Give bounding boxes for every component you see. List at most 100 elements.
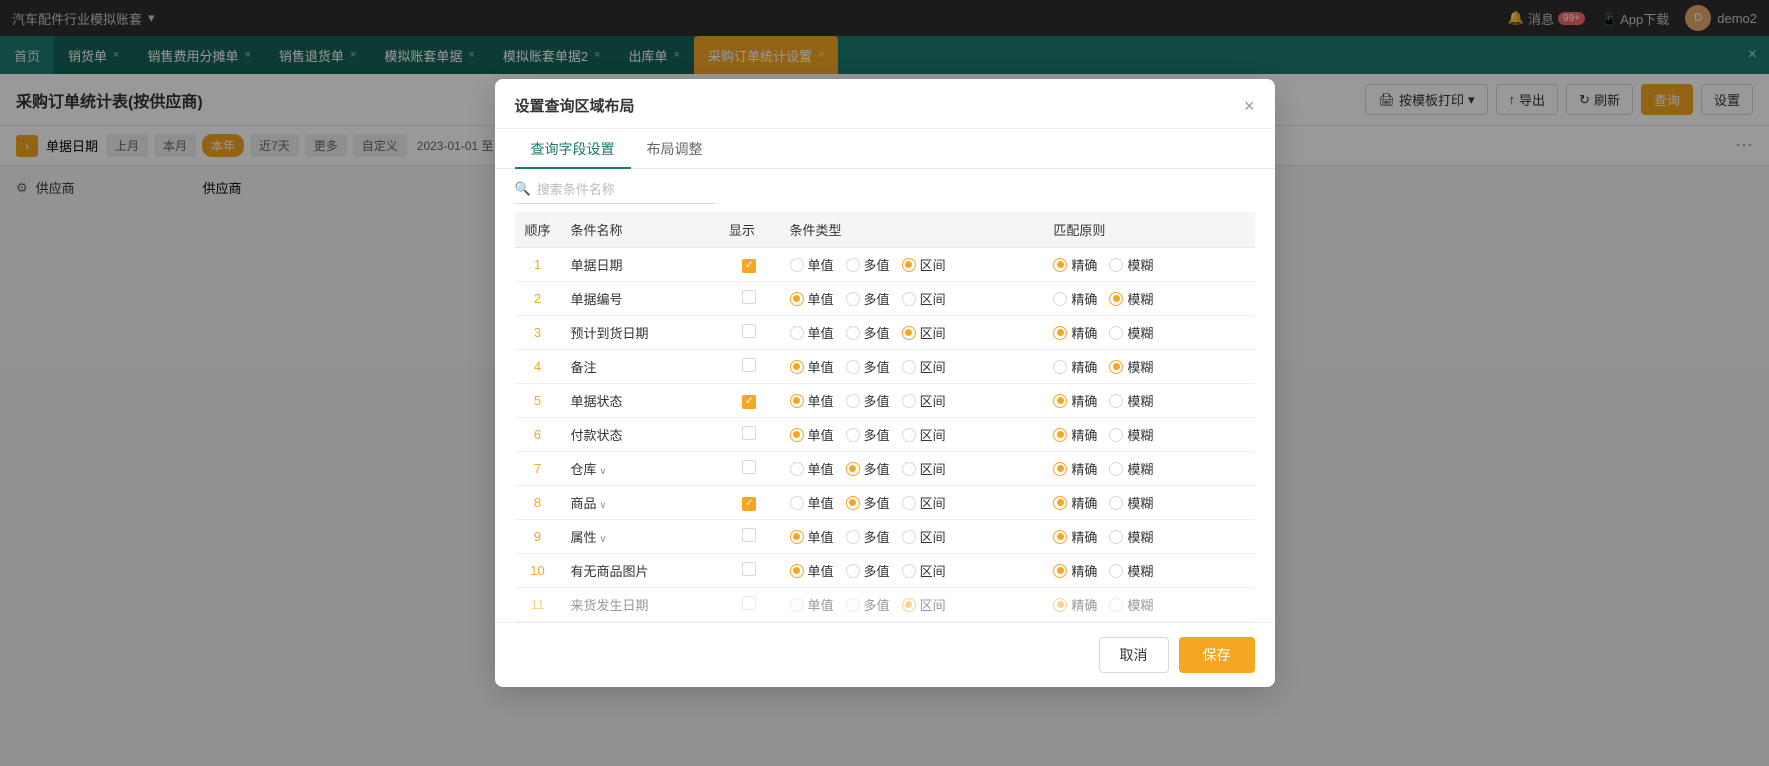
cell-display[interactable] — [719, 248, 780, 282]
type-radio-item[interactable]: 区间 — [902, 289, 946, 308]
radio-dot-icon — [790, 428, 804, 442]
radio-label-text: 单值 — [808, 493, 834, 512]
cell-display[interactable] — [719, 350, 780, 384]
match-radio-item[interactable]: 模糊 — [1109, 425, 1153, 444]
display-checkbox[interactable] — [742, 358, 756, 372]
type-radio-item[interactable]: 单值 — [790, 255, 834, 274]
radio-label-text: 单值 — [808, 323, 834, 342]
match-radio-item[interactable]: 精确 — [1053, 595, 1097, 614]
match-radio-item[interactable]: 精确 — [1053, 255, 1097, 274]
display-checkbox[interactable] — [742, 562, 756, 576]
type-radio-item[interactable]: 多值 — [846, 323, 890, 342]
match-radio-item[interactable]: 模糊 — [1109, 459, 1153, 478]
radio-dot-icon — [1109, 258, 1123, 272]
radio-dot-icon — [1109, 292, 1123, 306]
type-radio-item[interactable]: 多值 — [846, 595, 890, 614]
radio-label-text: 精确 — [1071, 595, 1097, 614]
match-radio-item[interactable]: 精确 — [1053, 323, 1097, 342]
display-checkbox[interactable] — [742, 497, 756, 511]
type-radio-item[interactable]: 多值 — [846, 289, 890, 308]
match-radio-item[interactable]: 精确 — [1053, 425, 1097, 444]
type-radio-item[interactable]: 单值 — [790, 493, 834, 512]
save-btn[interactable]: 保存 — [1179, 637, 1255, 673]
type-radio-item[interactable]: 多值 — [846, 425, 890, 444]
match-radio-item[interactable]: 模糊 — [1109, 323, 1153, 342]
radio-dot-icon — [1109, 428, 1123, 442]
match-radio-item[interactable]: 精确 — [1053, 357, 1097, 376]
radio-dot-icon — [846, 326, 860, 340]
type-radio-item[interactable]: 区间 — [902, 561, 946, 580]
display-checkbox[interactable] — [742, 259, 756, 273]
display-checkbox[interactable] — [742, 460, 756, 474]
display-checkbox[interactable] — [742, 395, 756, 409]
cell-display[interactable] — [719, 418, 780, 452]
cell-display[interactable] — [719, 520, 780, 554]
type-radio-item[interactable]: 多值 — [846, 391, 890, 410]
type-radio-item[interactable]: 单值 — [790, 561, 834, 580]
type-radio-item[interactable]: 多值 — [846, 255, 890, 274]
type-radio-item[interactable]: 单值 — [790, 425, 834, 444]
display-checkbox[interactable] — [742, 596, 756, 610]
cell-display[interactable] — [719, 316, 780, 350]
cell-display[interactable] — [719, 384, 780, 418]
type-radio-item[interactable]: 单值 — [790, 459, 834, 478]
dialog-table-wrap: 顺序 条件名称 显示 条件类型 匹配原则 1单据日期单值多值区间精确模糊2单据编… — [495, 212, 1275, 622]
type-radio-item[interactable]: 区间 — [902, 527, 946, 546]
match-radio-item[interactable]: 模糊 — [1109, 289, 1153, 308]
cell-order: 4 — [515, 350, 561, 384]
match-radio-item[interactable]: 精确 — [1053, 289, 1097, 308]
match-radio-item[interactable]: 模糊 — [1109, 493, 1153, 512]
type-radio-item[interactable]: 区间 — [902, 595, 946, 614]
cell-display[interactable] — [719, 282, 780, 316]
type-radio-item[interactable]: 区间 — [902, 391, 946, 410]
type-radio-item[interactable]: 单值 — [790, 289, 834, 308]
radio-label-text: 多值 — [864, 391, 890, 410]
type-radio-item[interactable]: 多值 — [846, 527, 890, 546]
cell-display[interactable] — [719, 452, 780, 486]
type-radio-item[interactable]: 区间 — [902, 459, 946, 478]
radio-label-text: 区间 — [920, 561, 946, 580]
type-radio-item[interactable]: 区间 — [902, 255, 946, 274]
type-radio-item[interactable]: 多值 — [846, 357, 890, 376]
radio-label-text: 精确 — [1071, 425, 1097, 444]
type-radio-item[interactable]: 单值 — [790, 357, 834, 376]
type-radio-item[interactable]: 区间 — [902, 323, 946, 342]
display-checkbox[interactable] — [742, 324, 756, 338]
cell-display[interactable] — [719, 588, 780, 622]
match-radio-item[interactable]: 精确 — [1053, 493, 1097, 512]
match-radio-item[interactable]: 精确 — [1053, 561, 1097, 580]
type-radio-item[interactable]: 单值 — [790, 323, 834, 342]
tab-query-fields[interactable]: 查询字段设置 — [515, 129, 631, 169]
type-radio-item[interactable]: 单值 — [790, 595, 834, 614]
search-input[interactable] — [537, 182, 715, 197]
radio-label-text: 精确 — [1071, 561, 1097, 580]
type-radio-item[interactable]: 多值 — [846, 561, 890, 580]
type-radio-item[interactable]: 单值 — [790, 391, 834, 410]
match-radio-item[interactable]: 模糊 — [1109, 255, 1153, 274]
match-radio-item[interactable]: 精确 — [1053, 459, 1097, 478]
radio-dot-icon — [790, 292, 804, 306]
display-checkbox[interactable] — [742, 426, 756, 440]
cell-display[interactable] — [719, 554, 780, 588]
type-radio-item[interactable]: 多值 — [846, 459, 890, 478]
type-radio-item[interactable]: 多值 — [846, 493, 890, 512]
match-radio-item[interactable]: 模糊 — [1109, 595, 1153, 614]
type-radio-item[interactable]: 区间 — [902, 425, 946, 444]
cell-display[interactable] — [719, 486, 780, 520]
match-radio-item[interactable]: 精确 — [1053, 391, 1097, 410]
radio-dot-icon — [1053, 598, 1067, 612]
display-checkbox[interactable] — [742, 528, 756, 542]
match-radio-item[interactable]: 模糊 — [1109, 357, 1153, 376]
cancel-btn[interactable]: 取消 — [1099, 637, 1169, 673]
type-radio-item[interactable]: 区间 — [902, 357, 946, 376]
tab-layout-adjust[interactable]: 布局调整 — [631, 129, 719, 169]
match-radio-item[interactable]: 精确 — [1053, 527, 1097, 546]
match-radio-item[interactable]: 模糊 — [1109, 527, 1153, 546]
cell-order: 9 — [515, 520, 561, 554]
type-radio-item[interactable]: 区间 — [902, 493, 946, 512]
display-checkbox[interactable] — [742, 290, 756, 304]
match-radio-item[interactable]: 模糊 — [1109, 561, 1153, 580]
type-radio-item[interactable]: 单值 — [790, 527, 834, 546]
dialog-close-btn[interactable]: × — [1244, 97, 1255, 115]
match-radio-item[interactable]: 模糊 — [1109, 391, 1153, 410]
